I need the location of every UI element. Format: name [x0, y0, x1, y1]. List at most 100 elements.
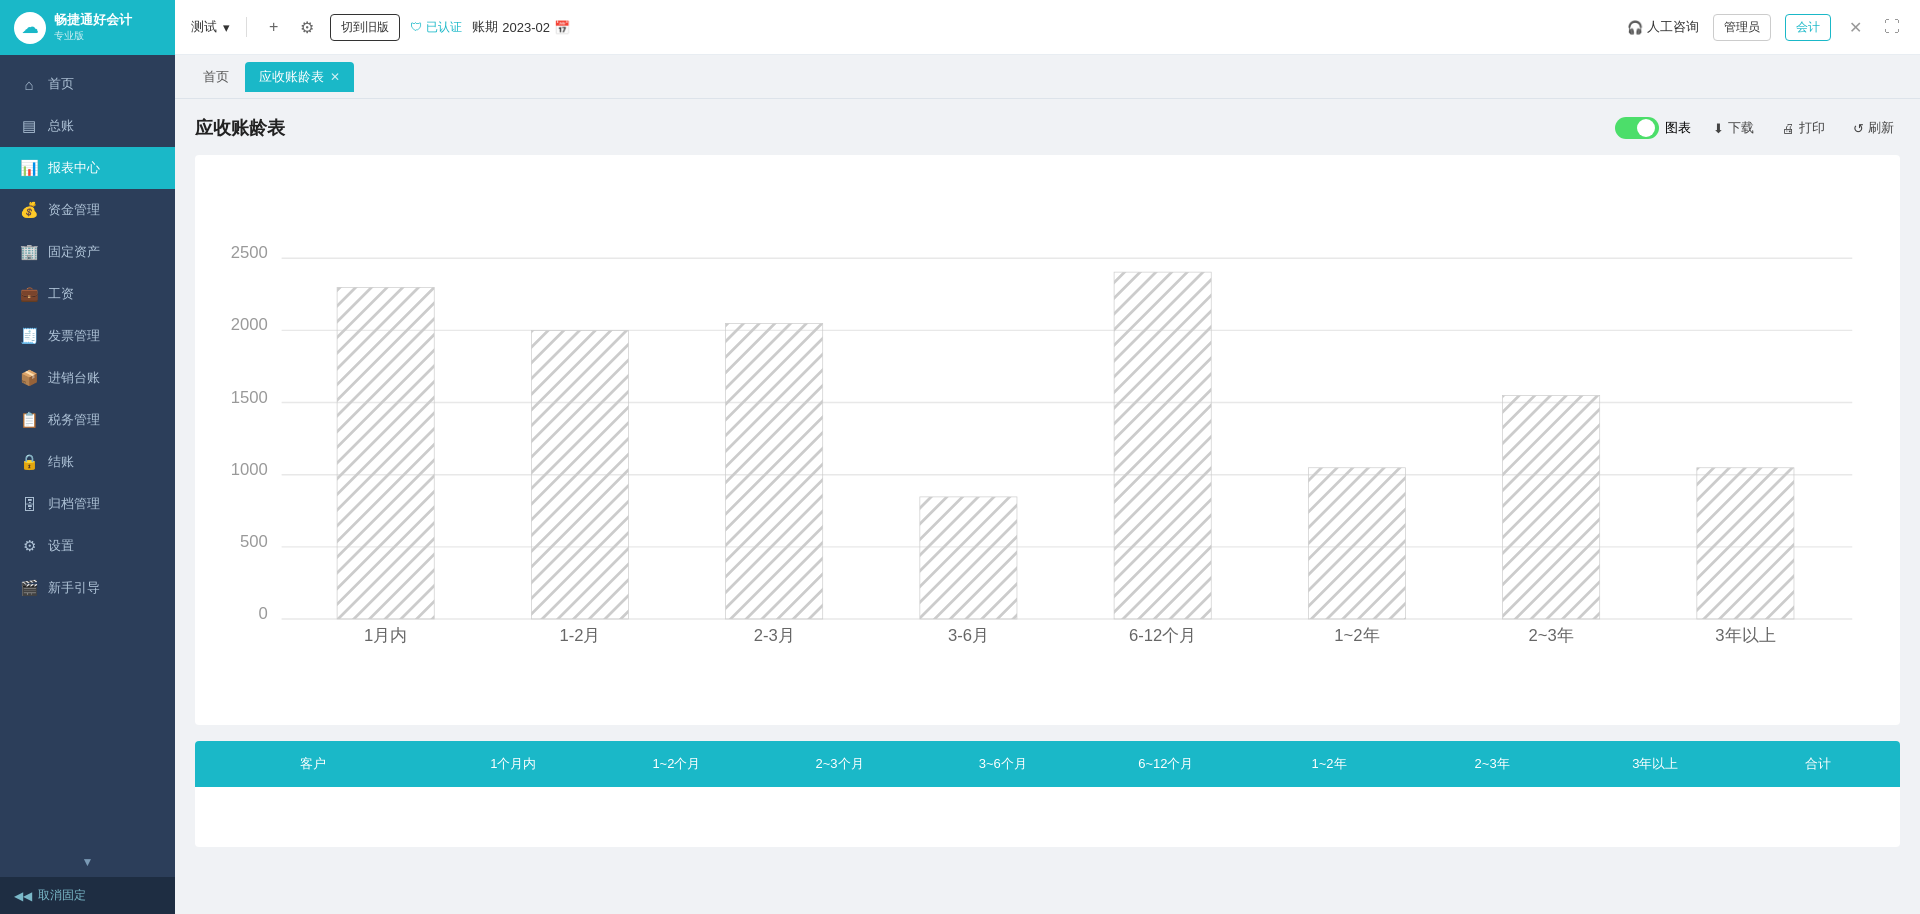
period-value: 2023-02 — [502, 20, 550, 35]
page-title: 应收账龄表 — [195, 116, 285, 140]
logo-badge: 专业版 — [54, 29, 132, 43]
nav-icon-capital: 💰 — [20, 201, 38, 219]
nav-label-ledger: 总账 — [48, 117, 74, 135]
table-header-cell-4: 3~6个月 — [921, 741, 1084, 787]
svg-text:0: 0 — [258, 604, 267, 623]
topbar: 测试 ▾ + ⚙ 切到旧版 🛡 已认证 账期 2023-02 📅 🎧 人工咨询 … — [175, 0, 1920, 55]
table-body — [195, 787, 1900, 847]
nav-label-close: 结账 — [48, 453, 74, 471]
bar-5 — [1114, 272, 1211, 619]
sidebar-item-capital[interactable]: 💰 资金管理 — [0, 189, 175, 231]
nav-icon-ledger: ▤ — [20, 117, 38, 135]
nav-icon-inventory: 📦 — [20, 369, 38, 387]
user-button[interactable]: 管理员 — [1713, 14, 1771, 41]
main-area: 测试 ▾ + ⚙ 切到旧版 🛡 已认证 账期 2023-02 📅 🎧 人工咨询 … — [175, 0, 1920, 914]
tab-close-icon[interactable]: ✕ — [330, 70, 340, 84]
refresh-label: 刷新 — [1868, 119, 1894, 137]
sidebar-unpin-footer[interactable]: ◀◀ 取消固定 — [0, 877, 175, 914]
topbar-right-group: 🎧 人工咨询 管理员 会计 ✕ ⛶ — [1627, 14, 1904, 41]
table-header-row: 客户1个月内1~2个月2~3个月3~6个月6~12个月1~2年2~3年3年以上合… — [195, 741, 1900, 787]
calendar-icon[interactable]: 📅 — [554, 20, 570, 35]
table-header-cell-0: 客户 — [195, 741, 432, 787]
chart-toggle-group: 图表 — [1615, 117, 1691, 139]
nav-label-reports: 报表中心 — [48, 159, 100, 177]
close-icon[interactable]: ✕ — [1845, 14, 1866, 41]
logo-name: 畅捷通好会计 — [54, 12, 132, 29]
ar-aging-table: 客户1个月内1~2个月2~3个月3~6个月6~12个月1~2年2~3年3年以上合… — [195, 741, 1900, 847]
print-icon: 🖨 — [1782, 121, 1795, 136]
print-button[interactable]: 🖨 打印 — [1776, 115, 1831, 141]
sidebar-item-tax[interactable]: 📋税务管理 — [0, 399, 175, 441]
nav-label-settings: 设置 — [48, 537, 74, 555]
page-actions: 图表 ⬇ 下载 🖨 打印 ↺ 刷新 — [1615, 115, 1900, 141]
svg-text:3-6月: 3-6月 — [948, 626, 989, 645]
sidebar-item-settings[interactable]: ⚙ 设置 — [0, 525, 175, 567]
service-label: 人工咨询 — [1647, 18, 1699, 36]
tab-ar-aging[interactable]: 应收账龄表 ✕ — [245, 62, 354, 92]
settings-icon-button[interactable]: ⚙ — [294, 14, 320, 41]
svg-text:500: 500 — [240, 532, 268, 551]
unpin-icon: ◀◀ — [14, 889, 32, 903]
bar-3 — [726, 323, 823, 619]
svg-text:1500: 1500 — [231, 388, 268, 407]
svg-text:1-2月: 1-2月 — [559, 626, 600, 645]
period-label: 账期 — [472, 18, 498, 36]
certified-status: 🛡 已认证 — [410, 19, 462, 36]
nav-label-home: 首页 — [48, 75, 74, 93]
svg-text:1月内: 1月内 — [364, 626, 407, 645]
table-header-cell-1: 1个月内 — [432, 741, 595, 787]
period-display: 账期 2023-02 📅 — [472, 18, 570, 36]
svg-text:2000: 2000 — [231, 315, 268, 334]
nav-label-capital: 资金管理 — [48, 201, 100, 219]
svg-text:2~3年: 2~3年 — [1529, 626, 1574, 645]
role-button[interactable]: 会计 — [1785, 14, 1831, 41]
sidebar-logo: ☁ 畅捷通好会计 专业版 — [0, 0, 175, 55]
headset-icon: 🎧 — [1627, 20, 1643, 35]
bar-chart: 0 500 1000 1500 2000 2500 — [215, 175, 1880, 702]
refresh-button[interactable]: ↺ 刷新 — [1847, 115, 1900, 141]
sidebar-item-salary[interactable]: 💼工资 — [0, 273, 175, 315]
sidebar-item-inventory[interactable]: 📦进销台账 — [0, 357, 175, 399]
chart-container: 0 500 1000 1500 2000 2500 — [195, 155, 1900, 725]
chart-toggle-switch[interactable] — [1615, 117, 1659, 139]
download-label: 下载 — [1728, 119, 1754, 137]
logo-icon: ☁ — [14, 12, 46, 44]
sidebar-item-ledger[interactable]: ▤ 总账 — [0, 105, 175, 147]
svg-text:1~2年: 1~2年 — [1334, 626, 1379, 645]
svg-text:6-12个月: 6-12个月 — [1129, 626, 1196, 645]
nav-icon-archive: 🗄 — [20, 496, 38, 513]
add-button[interactable]: + — [263, 14, 284, 40]
tabs-bar: 首页 应收账龄表 ✕ — [175, 55, 1920, 99]
nav-icon-salary: 💼 — [20, 285, 38, 303]
nav-icon-settings: ⚙ — [20, 537, 38, 555]
svg-text:2-3月: 2-3月 — [754, 626, 795, 645]
chevron-down-icon: ▾ — [223, 20, 230, 35]
sidebar-item-home[interactable]: ⌂ 首页 — [0, 63, 175, 105]
switch-old-version-button[interactable]: 切到旧版 — [330, 14, 400, 41]
table-header-cell-7: 2~3年 — [1411, 741, 1574, 787]
human-service-button[interactable]: 🎧 人工咨询 — [1627, 18, 1699, 36]
bar-2 — [531, 330, 628, 619]
sidebar-item-assets[interactable]: 🏢固定资产 — [0, 231, 175, 273]
sidebar-item-invoice[interactable]: 🧾发票管理 — [0, 315, 175, 357]
bar-6 — [1308, 468, 1405, 619]
print-label: 打印 — [1799, 119, 1825, 137]
nav-label-tax: 税务管理 — [48, 411, 100, 429]
project-selector[interactable]: 测试 ▾ — [191, 18, 230, 36]
download-button[interactable]: ⬇ 下载 — [1707, 115, 1760, 141]
expand-icon[interactable]: ⛶ — [1880, 14, 1904, 40]
sidebar-item-reports[interactable]: 📊报表中心 — [0, 147, 175, 189]
page-content: 应收账龄表 图表 ⬇ 下载 🖨 打印 ↺ — [175, 99, 1920, 914]
project-name: 测试 — [191, 18, 217, 36]
table-header-cell-6: 1~2年 — [1247, 741, 1410, 787]
sidebar-item-close[interactable]: 🔒结账 — [0, 441, 175, 483]
table-header-cell-8: 3年以上 — [1574, 741, 1737, 787]
logo-text-group: 畅捷通好会计 专业版 — [54, 12, 132, 43]
sidebar-item-guide[interactable]: 🎬新手引导 — [0, 567, 175, 609]
tab-home[interactable]: 首页 — [191, 62, 241, 92]
unpin-label: 取消固定 — [38, 887, 86, 904]
sidebar-scroll-down[interactable]: ▼ — [0, 847, 175, 877]
nav-icon-home: ⌂ — [20, 76, 38, 93]
sidebar-item-archive[interactable]: 🗄归档管理 — [0, 483, 175, 525]
nav-label-guide: 新手引导 — [48, 579, 100, 597]
